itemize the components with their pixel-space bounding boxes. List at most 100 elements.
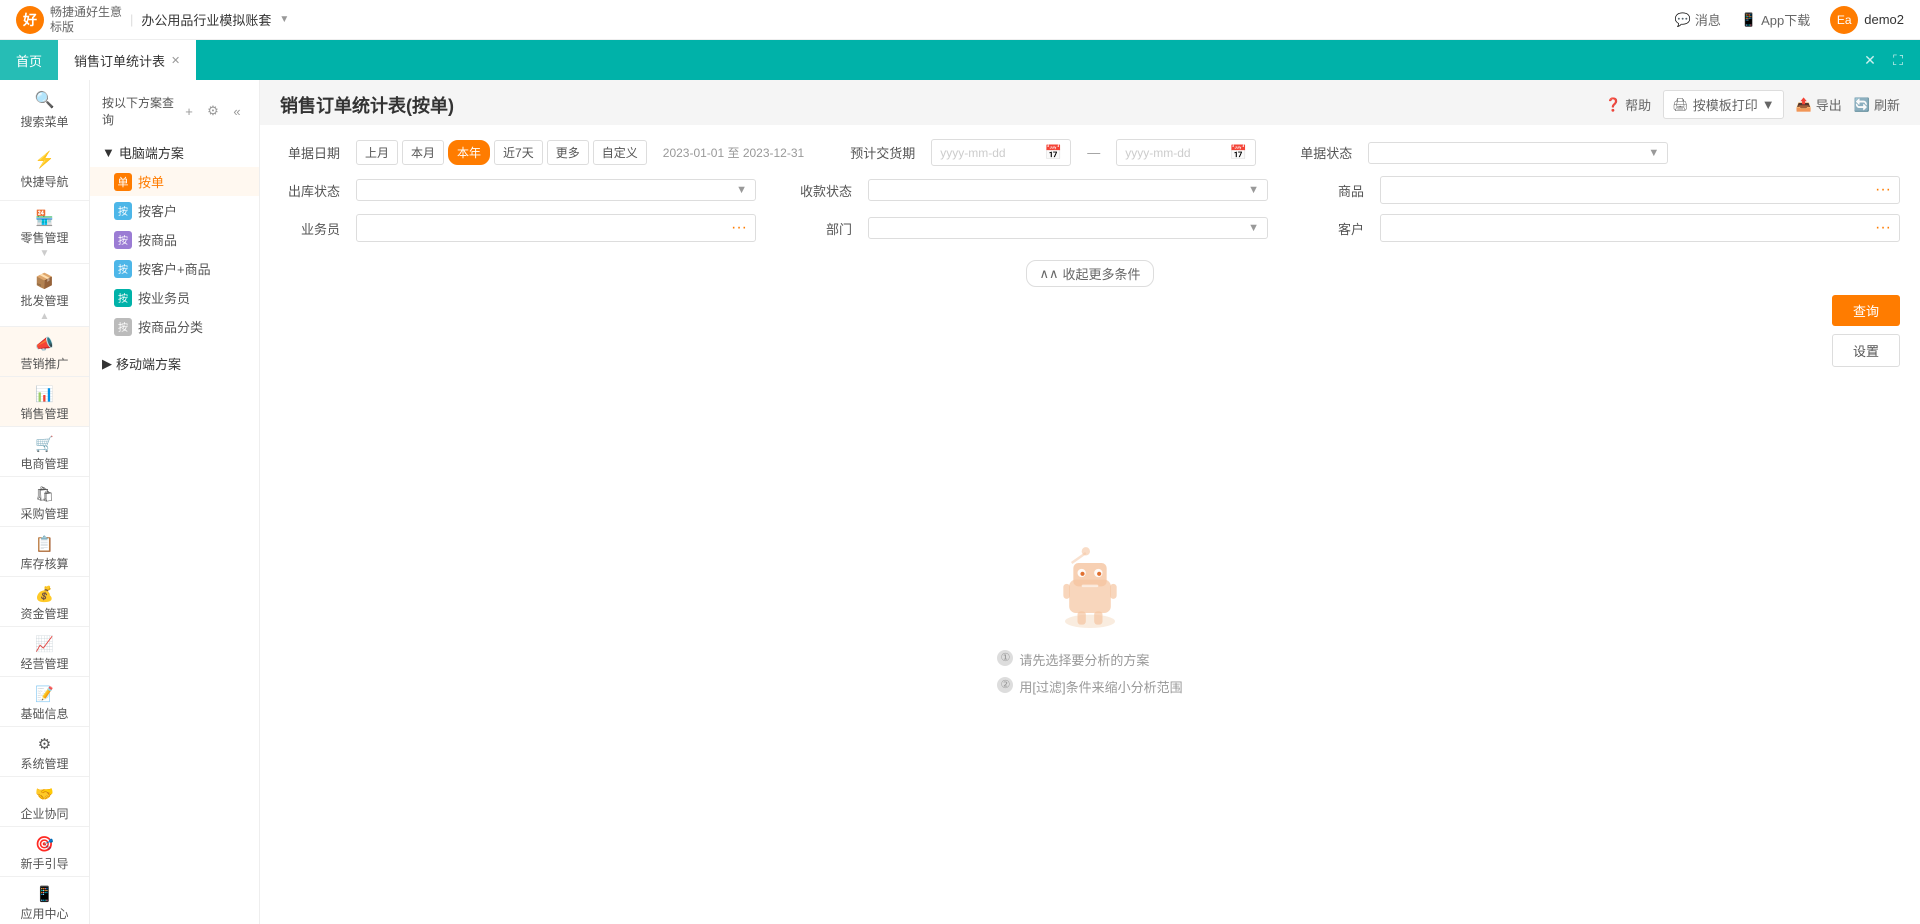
customer-select[interactable]: ··· (1380, 214, 1900, 242)
sidebar-item-enterprise[interactable]: 🤝 企业协同 (0, 776, 89, 826)
system-icon: ⚙ (38, 735, 51, 753)
wholesale-arrow-icon: ▲ (40, 311, 50, 322)
payment-label: 收款状态 (792, 181, 852, 200)
shipping-select[interactable]: ▼ (356, 179, 756, 201)
left-panel-actions: + ⚙ « (179, 101, 247, 121)
collapse-row: ∧∧ 收起更多条件 (280, 252, 1900, 295)
order-status-label: 单据状态 (1292, 143, 1352, 162)
page-title: 销售订单统计表(按单) (280, 92, 454, 118)
print-dropdown-icon: ▼ (1762, 97, 1775, 112)
refresh-icon: 🔄 (1854, 97, 1870, 113)
customer-more-icon[interactable]: ··· (1875, 219, 1891, 237)
sidebar-item-quick-nav[interactable]: ⚡ 快捷导航 (0, 140, 89, 200)
workspace-dropdown-icon[interactable]: ▼ (279, 14, 289, 25)
add-scheme-button[interactable]: + (179, 101, 199, 121)
date-label: 单据日期 (280, 143, 340, 162)
sidebar-item-system[interactable]: ⚙ 系统管理 (0, 726, 89, 776)
sidebar-item-sales[interactable]: 📊 销售管理 (0, 376, 89, 426)
more-date-btn[interactable]: 更多 (547, 140, 589, 165)
sidebar-item-basic[interactable]: 📝 基础信息 (0, 676, 89, 726)
last-month-btn[interactable]: 上月 (356, 140, 398, 165)
dept-select[interactable]: ▼ (868, 217, 1268, 239)
search-menu-icon: 🔍 (35, 90, 55, 110)
left-panel-title: 按以下方案查询 (102, 94, 179, 128)
last7days-btn[interactable]: 近7天 (494, 140, 543, 165)
shipping-label: 出库状态 (280, 181, 340, 200)
empty-tip-2: ② 用[过滤]条件来缩小分析范围 (997, 677, 1182, 696)
tree-item-by-goods[interactable]: 按 按商品 (90, 225, 259, 254)
this-month-btn[interactable]: 本月 (402, 140, 444, 165)
quick-nav-icon: ⚡ (35, 150, 55, 170)
sidebar-item-apps[interactable]: 📱 应用中心 (0, 876, 89, 924)
by-goods-icon: 按 (114, 231, 132, 249)
by-goods-category-icon: 按 (114, 318, 132, 336)
sidebar-item-ecom[interactable]: 🛒 电商管理 (0, 426, 89, 476)
sidebar-item-marketing[interactable]: 📣 营销推广 (0, 326, 89, 376)
settings-scheme-button[interactable]: ⚙ (203, 101, 223, 121)
salesman-select[interactable]: ··· (356, 214, 756, 242)
goods-more-icon[interactable]: ··· (1875, 181, 1891, 199)
order-status-select[interactable]: ▼ (1368, 142, 1668, 164)
payment-select[interactable]: ▼ (868, 179, 1268, 201)
this-year-btn[interactable]: 本年 (448, 140, 490, 165)
sidebar-item-inventory[interactable]: 📋 库存核算 (0, 526, 89, 576)
app-download-action[interactable]: 📱 App下载 (1741, 10, 1810, 29)
tree-parent-desktop[interactable]: ▼ 电脑端方案 (90, 138, 259, 167)
maximize-icon[interactable]: ⛶ (1888, 50, 1908, 70)
sidebar-item-search-menu[interactable]: 🔍 搜索菜单 (0, 80, 89, 140)
query-button[interactable]: 查询 (1832, 295, 1900, 326)
user-area[interactable]: Ea demo2 (1830, 6, 1904, 34)
customer-label: 客户 (1304, 219, 1364, 238)
filter-row-2: 出库状态 ▼ 收款状态 ▼ 商品 ··· (280, 176, 1900, 204)
enterprise-icon: 🤝 (35, 785, 54, 803)
top-bar-left: 好 畅捷通好生意 标版 | 办公用品行业模拟账套 ▼ (16, 5, 289, 34)
filter-container: 单据日期 上月 本月 本年 近7天 更多 自定义 2023-01-01 至 20… (260, 125, 1920, 309)
logo-icon: 好 (16, 6, 44, 34)
tree-item-by-salesman[interactable]: 按 按业务员 (90, 283, 259, 312)
tree-item-by-customer-goods[interactable]: 按 按客户+商品 (90, 254, 259, 283)
expected-date-to[interactable]: yyyy-mm-dd 📅 (1116, 139, 1256, 166)
template-print-button[interactable]: 🖨 按模板打印 ▼ (1663, 90, 1783, 119)
goods-select[interactable]: ··· (1380, 176, 1900, 204)
help-button[interactable]: ❓ 帮助 (1605, 95, 1651, 114)
tree-item-by-customer[interactable]: 按 按客户 (90, 196, 259, 225)
tree-expand-icon: ▼ (102, 145, 115, 160)
tab-home[interactable]: 首页 (0, 40, 58, 80)
workspace-title: 办公用品行业模拟账套 (141, 10, 271, 29)
collapse-filters-button[interactable]: ∧∧ 收起更多条件 (1026, 260, 1153, 287)
content-area: 按以下方案查询 + ⚙ « ▼ 电脑端方案 单 按单 按 按客户 (90, 80, 1920, 924)
tree-item-by-goods-category[interactable]: 按 按商品分类 (90, 312, 259, 341)
sidebar-item-operation[interactable]: 📈 经营管理 (0, 626, 89, 676)
wholesale-icon: 📦 (35, 272, 54, 290)
sidebar-item-newbie[interactable]: 🎯 新手引导 (0, 826, 89, 876)
help-icon: ❓ (1605, 97, 1621, 113)
tree-item-by-order[interactable]: 单 按单 (90, 167, 259, 196)
username: demo2 (1864, 12, 1904, 27)
logo-text: 畅捷通好生意 标版 (50, 5, 122, 34)
sidebar-item-retail[interactable]: 🏪 零售管理 ▼ (0, 200, 89, 263)
cal-from-icon: 📅 (1045, 144, 1062, 161)
export-button[interactable]: 📤 导出 (1796, 95, 1842, 114)
minimize-icon[interactable]: ✕ (1860, 50, 1880, 70)
tip-num-1: ① (997, 650, 1013, 666)
tab-close-icon[interactable]: ✕ (171, 54, 180, 67)
sidebar-item-finance[interactable]: 💰 资金管理 (0, 576, 89, 626)
sidebar-item-purchase[interactable]: 🛍 采购管理 (0, 476, 89, 526)
sidebar-item-wholesale[interactable]: 📦 批发管理 ▲ (0, 263, 89, 326)
salesman-more-icon[interactable]: ··· (731, 219, 747, 237)
expected-date-from[interactable]: yyyy-mm-dd 📅 (931, 139, 1071, 166)
refresh-button[interactable]: 🔄 刷新 (1854, 95, 1900, 114)
tree-section-desktop: ▼ 电脑端方案 单 按单 按 按客户 按 按商品 按 按客户+商品 (90, 134, 259, 345)
filter-row-1: 单据日期 上月 本月 本年 近7天 更多 自定义 2023-01-01 至 20… (280, 139, 1900, 166)
tree-parent-mobile[interactable]: ▶ 移动端方案 (90, 349, 259, 378)
cal-to-icon: 📅 (1230, 144, 1247, 161)
date-range-text: 2023-01-01 至 2023-12-31 (663, 144, 804, 161)
retail-arrow-icon: ▼ (40, 248, 50, 259)
message-action[interactable]: 💬 消息 (1675, 10, 1721, 29)
collapse-panel-button[interactable]: « (227, 101, 247, 121)
shipping-chevron-icon: ▼ (736, 184, 747, 196)
tab-sales-order-stats[interactable]: 销售订单统计表 ✕ (58, 40, 196, 80)
custom-date-btn[interactable]: 自定义 (593, 140, 647, 165)
app-icon: 📱 (1741, 12, 1757, 28)
settings-button[interactable]: 设置 (1832, 334, 1900, 367)
